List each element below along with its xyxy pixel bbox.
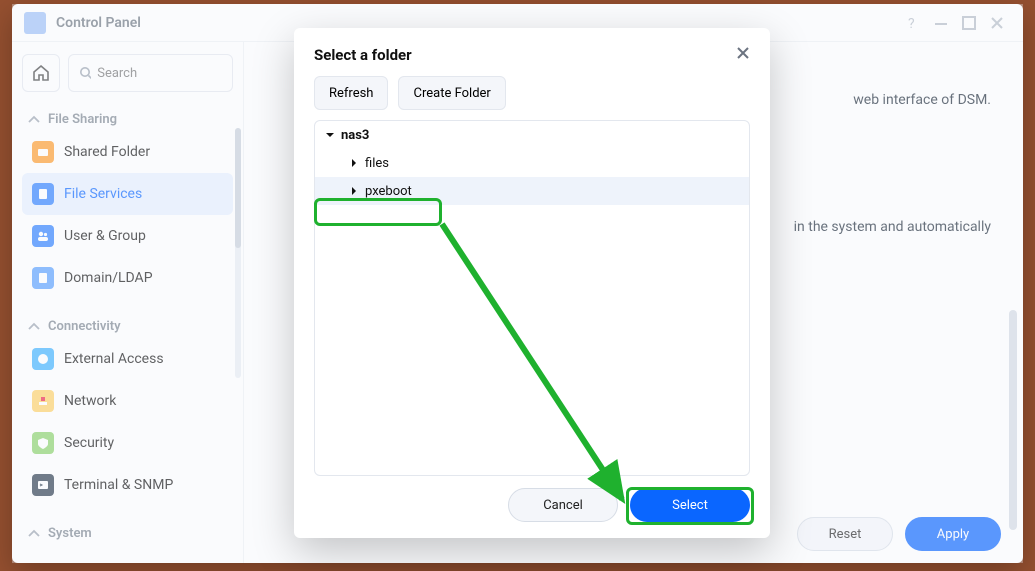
caret-right-icon bbox=[349, 186, 359, 196]
tree-node-label: pxeboot bbox=[365, 184, 412, 199]
tree-node-files[interactable]: files bbox=[315, 149, 749, 177]
control-panel-window: Control Panel ? bbox=[12, 4, 1023, 563]
modal-close-button[interactable] bbox=[730, 40, 756, 66]
select-button[interactable]: Select bbox=[630, 488, 750, 522]
modal-toolbar: Refresh Create Folder bbox=[314, 76, 750, 110]
folder-tree: nas3 files pxeboot bbox=[314, 120, 750, 476]
select-folder-modal: Select a folder Refresh Create Folder na… bbox=[294, 28, 770, 538]
caret-down-icon bbox=[325, 130, 335, 140]
create-folder-button[interactable]: Create Folder bbox=[398, 76, 505, 110]
modal-footer: Cancel Select bbox=[314, 488, 750, 522]
tree-node-label: nas3 bbox=[341, 128, 369, 143]
close-icon bbox=[736, 46, 750, 60]
modal-title: Select a folder bbox=[314, 46, 750, 64]
tree-node-label: files bbox=[365, 156, 389, 171]
tree-node-pxeboot[interactable]: pxeboot bbox=[315, 177, 749, 205]
caret-right-icon bbox=[349, 158, 359, 168]
cancel-button[interactable]: Cancel bbox=[508, 488, 618, 522]
refresh-button[interactable]: Refresh bbox=[314, 76, 388, 110]
tree-root-node[interactable]: nas3 bbox=[315, 121, 749, 149]
